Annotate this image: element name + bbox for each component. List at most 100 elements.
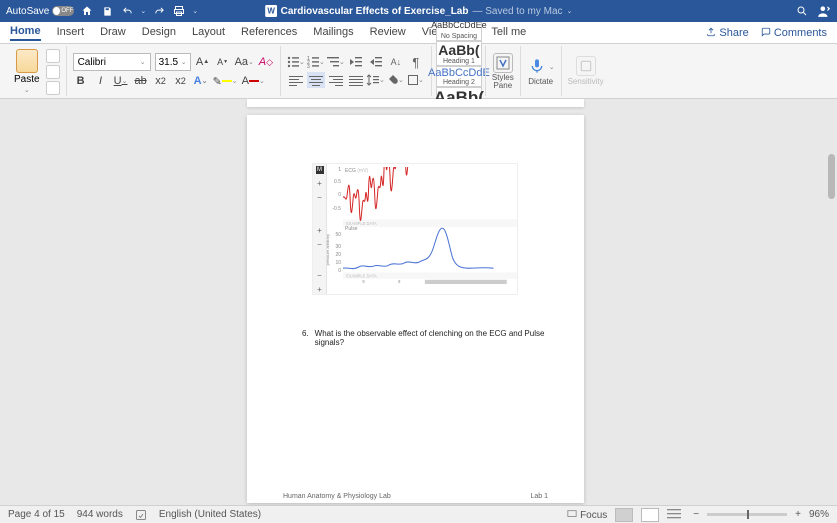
- presence-icon[interactable]: [817, 4, 831, 18]
- ribbon: Paste ⌄ Calibri⌄ 31.5⌄ A▲ A▼ Aa⌄ A◇ B I …: [0, 44, 837, 99]
- chart-scrollbar[interactable]: [425, 280, 507, 284]
- tab-mailings[interactable]: Mailings: [313, 26, 353, 40]
- print-icon[interactable]: [172, 4, 186, 18]
- style-heading1[interactable]: AaBb(Heading 1: [436, 41, 482, 66]
- align-justify-icon[interactable]: [347, 72, 365, 88]
- align-center-icon[interactable]: [307, 72, 325, 88]
- question-6: 6. What is the observable effect of clen…: [302, 329, 564, 347]
- pulse-plot: EXAMPLE DATA 8 9 10 11 12: [343, 226, 517, 284]
- pilcrow-icon[interactable]: ¶: [407, 54, 425, 70]
- shrink-font-icon[interactable]: A▼: [215, 54, 231, 70]
- embedded-chart: M + − + − − + 1 0.5 0 -0.5 50 30: [312, 163, 518, 295]
- minus-icon[interactable]: −: [317, 240, 322, 249]
- cut-icon[interactable]: [46, 49, 60, 63]
- scrollbar-thumb[interactable]: [828, 154, 835, 199]
- tab-draw[interactable]: Draw: [100, 26, 126, 40]
- search-icon[interactable]: [795, 4, 809, 18]
- home-icon[interactable]: [80, 4, 94, 18]
- spell-icon[interactable]: [135, 509, 147, 521]
- indent-right-icon[interactable]: [367, 54, 385, 70]
- autosave-label: AutoSave: [6, 6, 49, 17]
- change-case-icon[interactable]: Aa⌄: [235, 54, 254, 70]
- comments-button[interactable]: Comments: [761, 27, 827, 39]
- sort-icon[interactable]: A↓: [387, 54, 405, 70]
- page-footer: Human Anatomy & Physiology Lab Lab 1: [283, 493, 548, 500]
- paste-button[interactable]: Paste ⌄: [10, 47, 44, 96]
- font-size-select[interactable]: 31.5⌄: [155, 53, 191, 71]
- autosave-toggle[interactable]: AutoSave OFF: [6, 6, 74, 17]
- style-heading2[interactable]: AaBbCcDdEHeading 2: [436, 66, 482, 87]
- view-outline-icon[interactable]: [667, 508, 685, 522]
- document-title: W Cardiovascular Effects of Exercise_Lab…: [265, 5, 573, 17]
- svg-text:3: 3: [307, 64, 310, 68]
- plus-icon[interactable]: +: [317, 179, 322, 188]
- view-print-icon[interactable]: [615, 508, 633, 522]
- ecg-plot: EXAMPLE DATA: [343, 167, 517, 227]
- minus-icon[interactable]: −: [317, 271, 322, 280]
- superscript-button[interactable]: x2: [173, 73, 189, 89]
- numbering-icon[interactable]: 123⌄: [307, 54, 325, 70]
- copy-icon[interactable]: [46, 65, 60, 79]
- minus-icon[interactable]: −: [317, 193, 322, 202]
- clear-format-icon[interactable]: A◇: [258, 54, 274, 70]
- styles-pane-icon[interactable]: [493, 53, 513, 73]
- tab-home[interactable]: Home: [10, 25, 41, 41]
- zoom-level[interactable]: 96%: [809, 509, 829, 520]
- align-left-icon[interactable]: [287, 72, 305, 88]
- question-number: 6.: [302, 329, 309, 347]
- tell-me[interactable]: Tell me: [491, 26, 526, 40]
- bold-button[interactable]: B: [73, 73, 89, 89]
- plus-icon[interactable]: +: [317, 285, 322, 294]
- sensitivity-label: Sensitivity: [568, 77, 604, 86]
- language-indicator[interactable]: English (United States): [159, 509, 261, 520]
- subscript-button[interactable]: x2: [153, 73, 169, 89]
- indent-left-icon[interactable]: [347, 54, 365, 70]
- zoom-slider[interactable]: [707, 513, 787, 516]
- multilevel-icon[interactable]: ⌄: [327, 54, 345, 70]
- highlight-icon[interactable]: ✎⌄: [213, 73, 238, 89]
- tab-references[interactable]: References: [241, 26, 297, 40]
- view-web-icon[interactable]: [641, 508, 659, 522]
- font-family-select[interactable]: Calibri⌄: [73, 53, 151, 71]
- tab-insert[interactable]: Insert: [57, 26, 85, 40]
- grow-font-icon[interactable]: A▲: [195, 54, 211, 70]
- strike-button[interactable]: ab: [133, 73, 149, 89]
- align-right-icon[interactable]: [327, 72, 345, 88]
- text-effects-icon[interactable]: A⌄: [193, 73, 209, 89]
- vertical-scrollbar[interactable]: [825, 99, 837, 505]
- svg-text:9: 9: [398, 279, 401, 284]
- plus-icon[interactable]: +: [317, 226, 322, 235]
- zoom-in[interactable]: +: [795, 509, 801, 520]
- undo-icon[interactable]: [120, 4, 134, 18]
- line-spacing-icon[interactable]: ⌄: [367, 72, 385, 88]
- dictate-icon[interactable]: [527, 56, 547, 76]
- word-icon: W: [265, 5, 277, 17]
- tab-design[interactable]: Design: [142, 26, 176, 40]
- bullets-icon[interactable]: ⌄: [287, 54, 305, 70]
- underline-button[interactable]: U⌄: [113, 73, 129, 89]
- ribbon-tabs: Home Insert Draw Design Layout Reference…: [0, 22, 837, 44]
- status-bar: Page 4 of 15 944 words English (United S…: [0, 505, 837, 523]
- page-indicator[interactable]: Page 4 of 15: [8, 509, 65, 520]
- font-color-icon[interactable]: A⌄: [242, 73, 265, 89]
- share-button[interactable]: Share: [706, 27, 748, 39]
- previous-page-edge: [247, 99, 584, 107]
- svg-text:8: 8: [362, 279, 365, 284]
- document-page[interactable]: M + − + − − + 1 0.5 0 -0.5 50 30: [247, 115, 584, 503]
- undo-more[interactable]: ⌄: [140, 7, 146, 15]
- shading-icon[interactable]: ⌄: [387, 72, 405, 88]
- zoom-out[interactable]: −: [693, 509, 699, 520]
- qat-more[interactable]: ⌄: [192, 7, 198, 15]
- focus-mode[interactable]: Focus: [567, 509, 607, 521]
- document-area: M + − + − − + 1 0.5 0 -0.5 50 30: [0, 99, 837, 505]
- word-count[interactable]: 944 words: [77, 509, 123, 520]
- save-icon[interactable]: [100, 4, 114, 18]
- marker-icon[interactable]: M: [316, 166, 324, 174]
- format-painter-icon[interactable]: [46, 81, 60, 95]
- tab-layout[interactable]: Layout: [192, 26, 225, 40]
- tab-review[interactable]: Review: [370, 26, 406, 40]
- redo-icon[interactable]: [152, 4, 166, 18]
- italic-button[interactable]: I: [93, 73, 109, 89]
- title-bar: AutoSave OFF ⌄ ⌄ W Cardiovascular Effect…: [0, 0, 837, 22]
- borders-icon[interactable]: ⌄: [407, 72, 425, 88]
